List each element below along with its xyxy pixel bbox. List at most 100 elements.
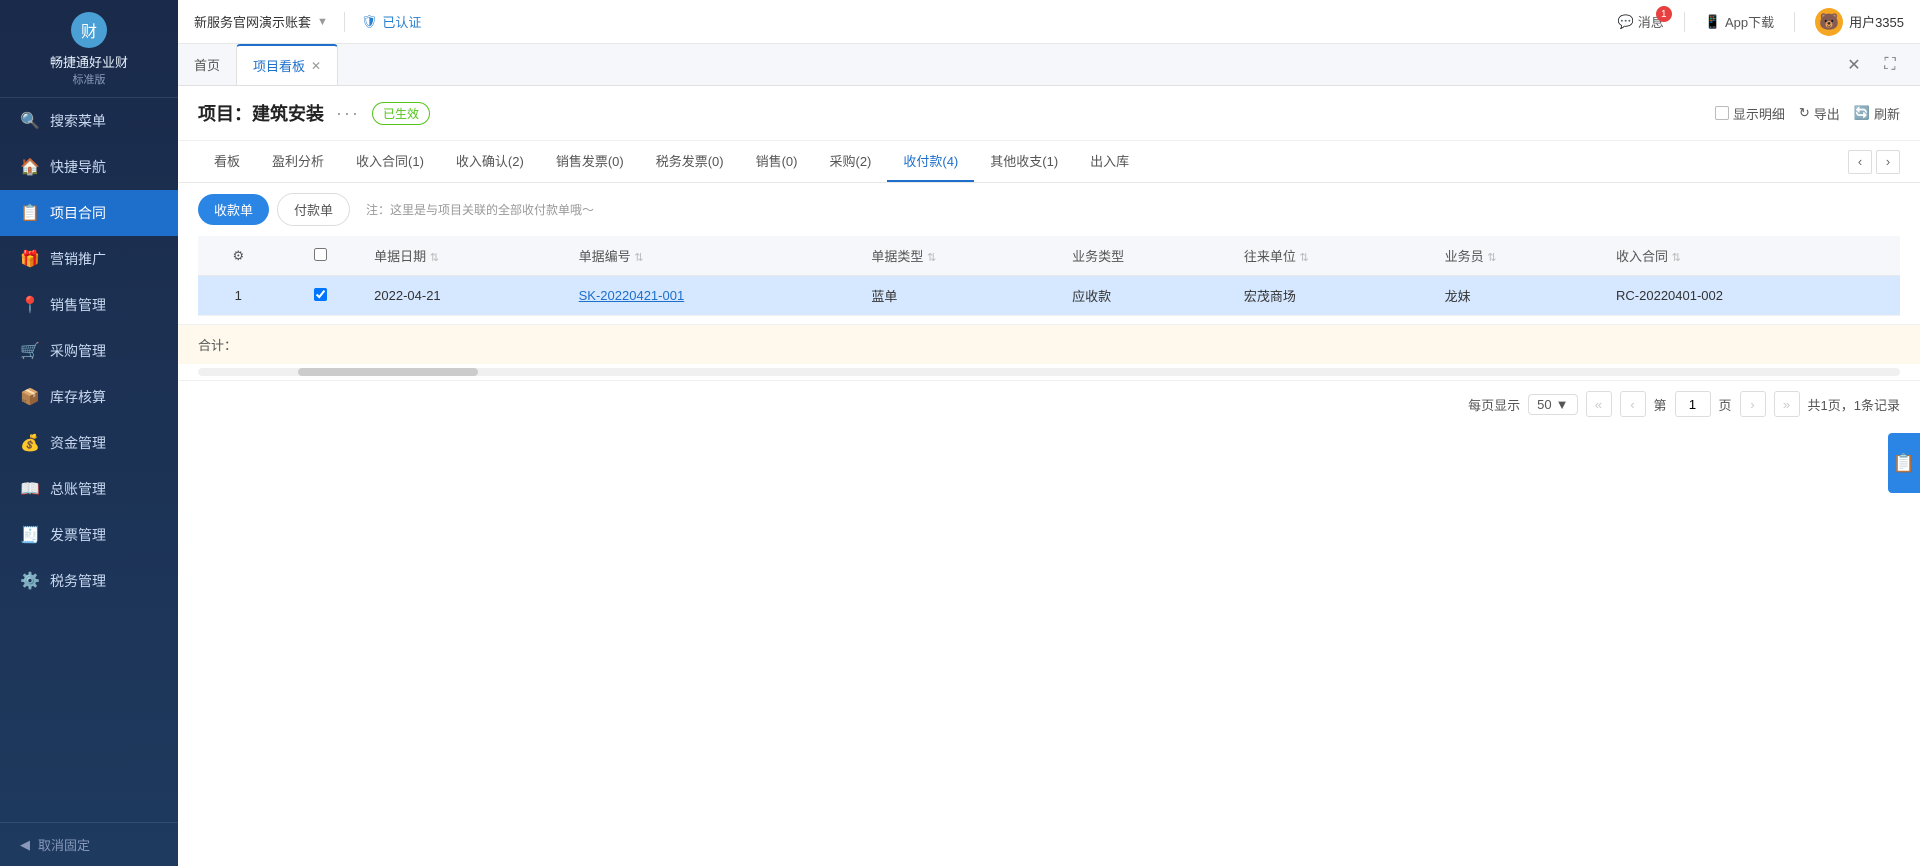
subnav-in-out[interactable]: 出入库 [1074, 141, 1145, 182]
home-icon: 🏠 [20, 157, 40, 177]
sidebar-item-invoice[interactable]: 🧾 发票管理 [0, 512, 178, 558]
float-action-button[interactable]: 📋 [1888, 433, 1920, 493]
col-number: 单据编号 ⇅ [567, 236, 860, 276]
row-seq: 1 [198, 276, 279, 316]
first-page-button[interactable]: « [1586, 391, 1612, 417]
last-page-button[interactable]: » [1774, 391, 1800, 417]
subnav-kanban[interactable]: 看板 [198, 141, 256, 182]
expand-window-button[interactable]: ⛶ [1876, 51, 1904, 79]
subnav-tax-invoice[interactable]: 税务发票(0) [640, 141, 740, 182]
table-body: 1 2022-04-21 SK-20220421-001 蓝单 应收款 宏茂商场… [198, 276, 1900, 316]
sidebar-item-quicknav[interactable]: 🏠 快捷导航 [0, 144, 178, 190]
col-date: 单据日期 ⇅ [362, 236, 566, 276]
tab-project-board[interactable]: 项目看板 ✕ [236, 44, 338, 85]
message-icon: 💬 [1618, 14, 1634, 30]
col-income-contract: 收入合同 ⇅ [1604, 236, 1900, 276]
gift-icon: 🎁 [20, 249, 40, 269]
sort-icon[interactable]: ⇅ [430, 252, 439, 264]
project-header-actions: 显示明细 ↻ 导出 🔄 刷新 [1715, 104, 1900, 123]
total-row: 合计： [178, 324, 1920, 364]
project-more-button[interactable]: ··· [336, 103, 360, 124]
topbar-project[interactable]: 新服务官网演示账套 ▼ [194, 12, 328, 31]
refresh-button[interactable]: 🔄 刷新 [1854, 104, 1900, 123]
sidebar-item-inventory[interactable]: 📦 库存核算 [0, 374, 178, 420]
tab-home[interactable]: 首页 [194, 44, 236, 85]
project-name: 建筑安装 [252, 104, 324, 124]
row-income-contract: RC-20220401-002 [1604, 276, 1900, 316]
total-info: 共1页，1条记录 [1808, 395, 1900, 414]
unpin-button[interactable]: ◀ 取消固定 [0, 822, 178, 866]
subnav-sales-invoice[interactable]: 销售发票(0) [540, 141, 640, 182]
project-title-prefix: 项目： [198, 104, 252, 124]
tabbar-window-actions: ✕ ⛶ [1840, 51, 1904, 79]
app-edition: 标准版 [73, 71, 106, 87]
sidebar-item-purchase[interactable]: 🛒 采购管理 [0, 328, 178, 374]
sort-icon[interactable]: ⇅ [1672, 252, 1681, 264]
table-row[interactable]: 1 2022-04-21 SK-20220421-001 蓝单 应收款 宏茂商场… [198, 276, 1900, 316]
user-profile-button[interactable]: 🐻 用户3355 [1815, 8, 1904, 36]
pagination: 每页显示 50 ▼ « ‹ 第 页 › » 共1页，1条记录 [178, 380, 1920, 427]
sidebar: 财 畅捷通好业财 标准版 🔍 搜索菜单 🏠 快捷导航 📋 项目合同 🎁 营销推广… [0, 0, 178, 866]
row-salesman: 龙妹 [1433, 276, 1604, 316]
refresh-icon: 🔄 [1854, 105, 1870, 121]
app-name: 畅捷通好业财 [50, 52, 128, 71]
dropdown-icon: ▼ [317, 16, 328, 28]
per-page-select[interactable]: 50 ▼ [1528, 394, 1577, 415]
tab-payment[interactable]: 付款单 [277, 193, 350, 226]
sort-icon[interactable]: ⇅ [1487, 252, 1496, 264]
tab-receipt[interactable]: 收款单 [198, 194, 269, 225]
page-label: 第 [1654, 395, 1667, 414]
next-page-button[interactable]: › [1740, 391, 1766, 417]
topbar-divider2 [1684, 12, 1685, 32]
sidebar-item-finance[interactable]: 💰 资金管理 [0, 420, 178, 466]
sidebar-item-ledger[interactable]: 📖 总账管理 [0, 466, 178, 512]
prev-page-button[interactable]: ‹ [1620, 391, 1646, 417]
col-checkbox [279, 236, 363, 276]
subnav-income-contract[interactable]: 收入合同(1) [340, 141, 440, 182]
close-window-button[interactable]: ✕ [1840, 51, 1868, 79]
sidebar-item-search[interactable]: 🔍 搜索菜单 [0, 98, 178, 144]
sidebar-item-sales[interactable]: 📍 销售管理 [0, 282, 178, 328]
subnav-purchase[interactable]: 采购(2) [813, 141, 887, 182]
subnav: 看板 盈利分析 收入合同(1) 收入确认(2) 销售发票(0) 税务发票(0) … [178, 141, 1920, 183]
app-download-button[interactable]: 📱 App下载 [1705, 12, 1774, 31]
row-number-link[interactable]: SK-20220421-001 [579, 288, 685, 303]
subnav-nav: ‹ › [1848, 150, 1900, 174]
subnav-other-expense[interactable]: 其他收支(1) [974, 141, 1074, 182]
project-status-badge: 已生效 [372, 102, 430, 125]
settings-icon[interactable]: ⚙ [232, 248, 244, 263]
select-all-checkbox[interactable] [314, 248, 327, 261]
show-detail-toggle[interactable]: 显示明细 [1715, 104, 1785, 123]
checkbox-icon [1715, 106, 1729, 120]
user-avatar: 🐻 [1815, 8, 1843, 36]
refresh-label: 刷新 [1874, 104, 1900, 123]
subnav-next-button[interactable]: › [1876, 150, 1900, 174]
sidebar-menu: 🔍 搜索菜单 🏠 快捷导航 📋 项目合同 🎁 营销推广 📍 销售管理 🛒 采购管… [0, 98, 178, 822]
sidebar-item-tax[interactable]: ⚙️ 税务管理 [0, 558, 178, 604]
cart-icon: 🛒 [20, 341, 40, 361]
subnav-profit[interactable]: 盈利分析 [256, 141, 340, 182]
export-button[interactable]: ↻ 导出 [1799, 104, 1840, 123]
row-select-checkbox[interactable] [314, 288, 327, 301]
sidebar-item-marketing[interactable]: 🎁 营销推广 [0, 236, 178, 282]
subnav-prev-button[interactable]: ‹ [1848, 150, 1872, 174]
row-type: 蓝单 [859, 276, 1060, 316]
page-number-input[interactable] [1675, 391, 1711, 417]
subnav-income-confirm[interactable]: 收入确认(2) [440, 141, 540, 182]
scrollbar-thumb[interactable] [298, 368, 478, 376]
sidebar-item-label: 总账管理 [50, 479, 106, 499]
subnav-sales[interactable]: 销售(0) [740, 141, 814, 182]
col-settings[interactable]: ⚙ [198, 236, 279, 276]
sidebar-item-label: 快捷导航 [50, 157, 106, 177]
tab-close-icon[interactable]: ✕ [311, 59, 321, 73]
sort-icon[interactable]: ⇅ [634, 252, 643, 264]
sort-icon[interactable]: ⇅ [1299, 252, 1308, 264]
sort-icon[interactable]: ⇅ [927, 252, 936, 264]
scrollbar-track [198, 368, 1900, 376]
message-button[interactable]: 💬 消息 1 [1618, 12, 1664, 31]
sidebar-item-project[interactable]: 📋 项目合同 [0, 190, 178, 236]
tab-project-board-label: 项目看板 [253, 56, 305, 75]
subnav-receipt[interactable]: 收付款(4) [887, 141, 974, 182]
show-detail-label: 显示明细 [1733, 104, 1785, 123]
topbar-project-name: 新服务官网演示账套 [194, 12, 311, 31]
